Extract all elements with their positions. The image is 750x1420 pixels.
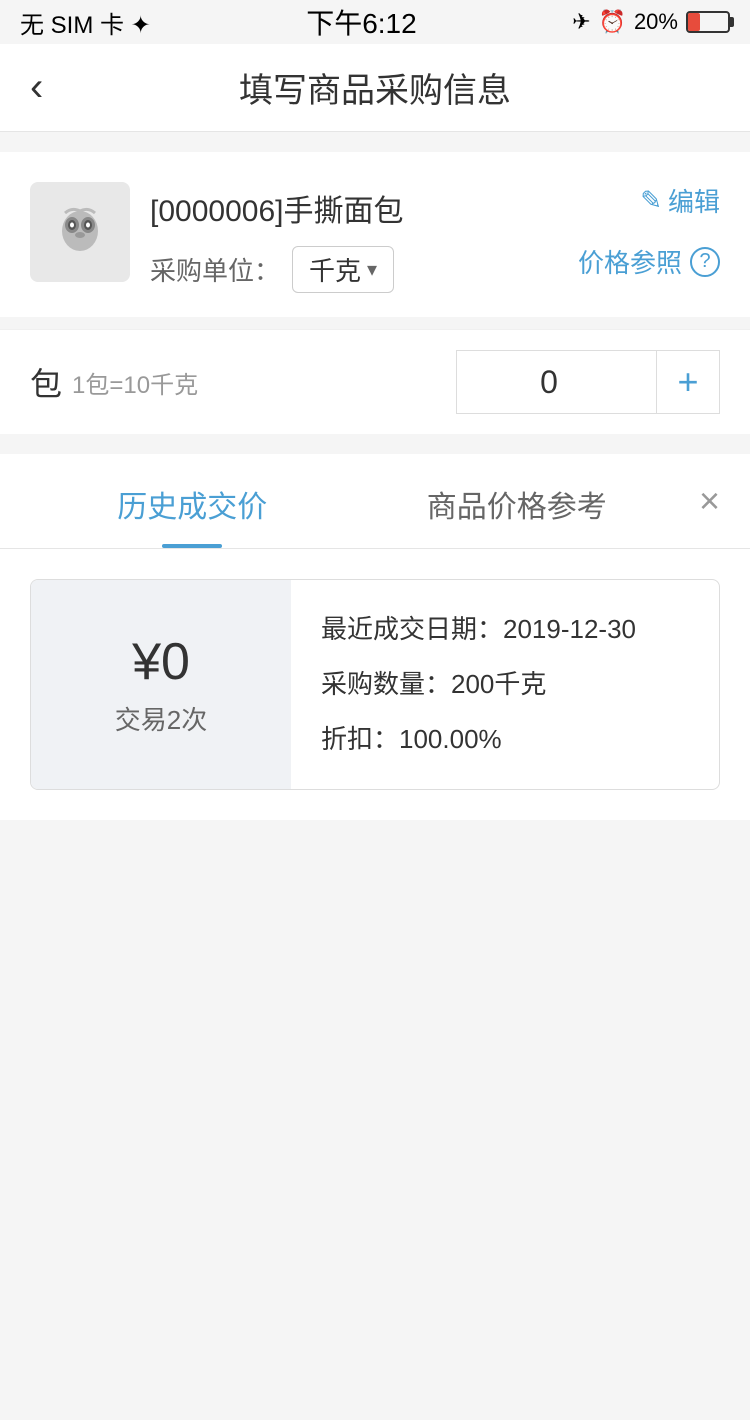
price-card: ¥0 交易2次 最近成交日期：2019-12-30 采购数量：200千克 折扣：… <box>30 579 720 790</box>
history-content: ¥0 交易2次 最近成交日期：2019-12-30 采购数量：200千克 折扣：… <box>0 549 750 820</box>
purchase-qty-label: 采购数量： <box>321 669 451 699</box>
discount-row: 折扣：100.00% <box>321 720 689 759</box>
quantity-equiv: 1包=10千克 <box>72 365 198 400</box>
edit-icon: ✎ <box>640 185 662 216</box>
tabs-close-button[interactable]: × <box>679 460 720 542</box>
recent-date-label: 最近成交日期： <box>321 614 503 644</box>
tab-reference-label: 商品价格参考 <box>427 491 607 524</box>
location-icon: ✈ <box>572 9 590 35</box>
status-right: ✈ ⏰ 20% <box>572 9 730 35</box>
product-logo-icon <box>50 199 110 266</box>
edit-button[interactable]: ✎ 编辑 <box>640 182 720 219</box>
quantity-unit: 包 <box>30 359 62 405</box>
alarm-icon: ⏰ <box>599 9 626 35</box>
quantity-input-group: + <box>456 350 720 414</box>
tab-reference[interactable]: 商品价格参考 <box>354 454 678 548</box>
battery-percent: 20% <box>634 9 678 35</box>
dropdown-arrow-icon: ▾ <box>367 257 377 282</box>
info-icon: ? <box>690 247 720 277</box>
quantity-label: 包 1包=10千克 <box>30 359 198 405</box>
sim-label: 无 SIM 卡 ✦ <box>20 5 151 40</box>
product-card: [0000006]手撕面包 采购单位： 千克 ▾ ✎ 编辑 价格参照 ? <box>0 152 750 317</box>
product-image <box>30 182 130 282</box>
product-top-row: [0000006]手撕面包 采购单位： 千克 ▾ ✎ 编辑 价格参照 ? <box>30 182 720 293</box>
price-card-left: ¥0 交易2次 <box>31 580 291 789</box>
product-name: [0000006]手撕面包 <box>150 186 403 230</box>
unit-label: 采购单位： <box>150 251 280 288</box>
price-amount: ¥0 <box>132 632 190 692</box>
unit-row: 采购单位： 千克 ▾ <box>150 246 403 293</box>
quantity-input[interactable] <box>456 350 656 414</box>
product-info: [0000006]手撕面包 采购单位： 千克 ▾ <box>150 182 403 293</box>
discount-value: 100.00% <box>399 724 502 754</box>
price-reference-button[interactable]: 价格参照 ? <box>578 243 720 280</box>
purchase-qty-row: 采购数量：200千克 <box>321 665 689 704</box>
discount-label: 折扣： <box>321 724 399 754</box>
status-time: 下午6:12 <box>306 2 417 42</box>
product-right: ✎ 编辑 价格参照 ? <box>578 182 720 280</box>
price-ref-label: 价格参照 <box>578 243 682 280</box>
tabs-panel: 历史成交价 商品价格参考 × ¥0 交易2次 最近成交日期：2019-12-30… <box>0 454 750 820</box>
content-spacer <box>0 820 750 1420</box>
tab-history[interactable]: 历史成交价 <box>30 454 354 548</box>
status-bar: 无 SIM 卡 ✦ 下午6:12 ✈ ⏰ 20% <box>0 0 750 44</box>
tab-history-label: 历史成交价 <box>117 491 267 524</box>
product-left: [0000006]手撕面包 采购单位： 千克 ▾ <box>30 182 403 293</box>
purchase-qty-value: 200千克 <box>451 669 546 699</box>
quantity-row: 包 1包=10千克 + <box>0 329 750 434</box>
battery-icon <box>686 11 730 33</box>
status-left: 无 SIM 卡 ✦ <box>20 5 151 40</box>
price-trade-count: 交易2次 <box>115 700 207 737</box>
edit-label: 编辑 <box>668 182 720 219</box>
tabs-header: 历史成交价 商品价格参考 × <box>0 454 750 549</box>
page-header: ‹ 填写商品采购信息 <box>0 44 750 132</box>
page-title: 填写商品采购信息 <box>239 63 511 112</box>
price-card-right: 最近成交日期：2019-12-30 采购数量：200千克 折扣：100.00% <box>291 580 719 789</box>
recent-date-value: 2019-12-30 <box>503 614 636 644</box>
unit-value: 千克 <box>309 251 361 288</box>
recent-date-row: 最近成交日期：2019-12-30 <box>321 610 689 649</box>
unit-select[interactable]: 千克 ▾ <box>292 246 394 293</box>
quantity-plus-button[interactable]: + <box>656 350 720 414</box>
back-button[interactable]: ‹ <box>30 65 43 110</box>
